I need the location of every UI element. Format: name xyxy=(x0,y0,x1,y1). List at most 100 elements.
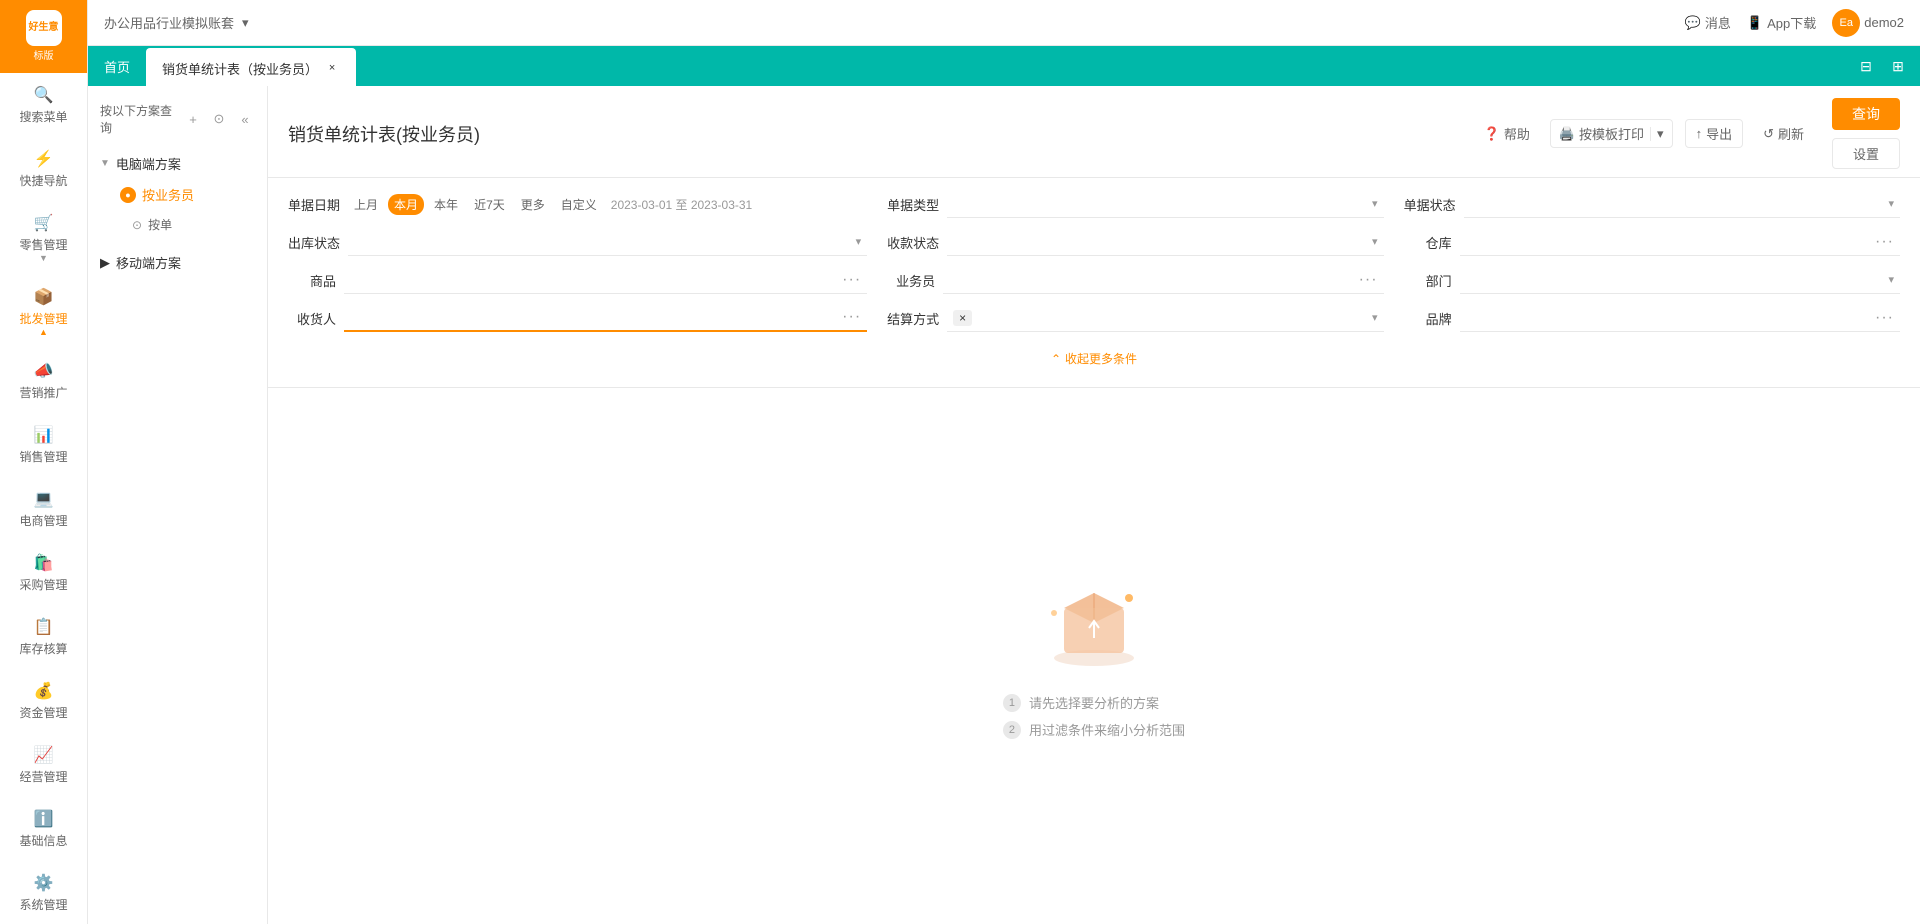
tab-sales-stat[interactable]: 销货单统计表（按业务员） × xyxy=(146,48,356,88)
sidebar-item-finance[interactable]: 💰 资金管理 xyxy=(0,669,87,733)
ecommerce-icon: 💻 xyxy=(34,489,54,509)
empty-hint-2: 2 用过滤条件来缩小分析范围 xyxy=(1003,720,1185,739)
payment-dropdown-icon: ▾ xyxy=(1372,311,1378,324)
date-tab-this-year[interactable]: 本年 xyxy=(428,194,464,215)
filter-brand: 品牌 ··· xyxy=(1404,304,1900,332)
operations-icon: 📈 xyxy=(34,745,54,765)
receipt-status-dropdown-icon: ▾ xyxy=(1372,235,1378,248)
scheme-salesperson-label: 按业务员 xyxy=(142,185,194,204)
sidebar-item-inventory[interactable]: 📋 库存核算 xyxy=(0,605,87,669)
marketing-icon: 📣 xyxy=(34,361,54,381)
desktop-scheme-header[interactable]: ▼ 电脑端方案 xyxy=(88,148,267,179)
refresh-scheme-btn[interactable]: ⊙ xyxy=(209,109,229,129)
inventory-icon: 📋 xyxy=(34,617,54,637)
salesperson-more-icon: ··· xyxy=(1359,271,1378,289)
wholesale-icon: 📦 xyxy=(34,287,54,307)
out-status-label: 出库状态 xyxy=(288,233,348,252)
user-area[interactable]: Ea demo2 xyxy=(1832,9,1904,37)
date-tab-this-month[interactable]: 本月 xyxy=(388,194,424,215)
sidebar-label-operations: 经营管理 xyxy=(19,768,67,785)
filter-receipt-status: 收款状态 ▾ xyxy=(887,228,1383,256)
tab-close-icon[interactable]: × xyxy=(324,60,340,76)
hint-text-2: 用过滤条件来缩小分析范围 xyxy=(1029,720,1185,739)
desktop-scheme-group: ▼ 电脑端方案 ● 按业务员 ⊙ 按单 xyxy=(88,144,267,243)
mobile-scheme-header[interactable]: ▶ 移动端方案 xyxy=(88,247,267,278)
print-divider xyxy=(1650,127,1651,141)
app-download-btn[interactable]: 📱 App下载 xyxy=(1747,13,1816,32)
tab-sales-stat-label: 销货单统计表（按业务员） xyxy=(162,59,318,78)
help-btn[interactable]: ❓ 帮助 xyxy=(1476,120,1538,147)
empty-hint-1: 1 请先选择要分析的方案 xyxy=(1003,693,1185,712)
payment-tag-x-btn[interactable]: × xyxy=(959,311,966,325)
warehouse-label: 仓库 xyxy=(1404,233,1460,252)
page-actions: ❓ 帮助 🖨️ 按模板打印 ▾ ↑ 导出 ↺ 刷 xyxy=(1476,98,1900,169)
collapse-panel-btn[interactable]: « xyxy=(235,109,255,129)
sidebar-item-ecommerce[interactable]: 💻 电商管理 xyxy=(0,477,87,541)
warehouse-more-icon: ··· xyxy=(1875,233,1894,251)
sidebar-item-wholesale[interactable]: 📦 批发管理 ▲ xyxy=(0,275,87,349)
refresh-btn[interactable]: ↺ 刷新 xyxy=(1755,120,1812,147)
doc-type-dropdown-icon: ▾ xyxy=(1372,197,1378,210)
receipt-status-control[interactable]: ▾ xyxy=(947,228,1383,256)
sidebar-item-basics[interactable]: ℹ️ 基础信息 xyxy=(0,797,87,861)
collapse-btn[interactable]: ⌃ 收起更多条件 xyxy=(288,342,1900,375)
print-label: 按模板打印 xyxy=(1579,124,1644,143)
doc-type-control[interactable]: ▾ xyxy=(947,190,1383,218)
out-status-control[interactable]: ▾ xyxy=(348,228,867,256)
logo-icon: 好生意 xyxy=(26,10,62,46)
sidebar-item-quicknav[interactable]: ⚡ 快捷导航 xyxy=(0,137,87,201)
basics-icon: ℹ️ xyxy=(34,809,54,829)
export-btn[interactable]: ↑ 导出 xyxy=(1685,119,1744,148)
sidebar-item-search[interactable]: 🔍 搜索菜单 xyxy=(0,73,87,137)
warehouse-control[interactable]: ··· xyxy=(1460,228,1900,256)
out-status-dropdown-icon: ▾ xyxy=(856,235,862,248)
message-btn[interactable]: 💬 消息 xyxy=(1685,13,1731,32)
add-scheme-btn[interactable]: + xyxy=(183,109,203,129)
sidebar-item-purchase[interactable]: 🛍️ 采购管理 xyxy=(0,541,87,605)
filter-doc-status: 单据状态 ▾ xyxy=(1404,190,1900,218)
topbar-dropdown-icon[interactable]: ▾ xyxy=(242,15,249,31)
mobile-scheme-arrow-icon: ▶ xyxy=(100,255,110,271)
scheme-sub-by-order[interactable]: ⊙ 按单 xyxy=(88,210,267,239)
tab-maximize-btn[interactable]: ⊞ xyxy=(1884,52,1912,80)
date-tab-custom[interactable]: 自定义 xyxy=(555,194,603,215)
payment-control[interactable]: × ▾ xyxy=(947,304,1383,332)
goods-control[interactable]: ··· xyxy=(344,266,867,294)
print-btn[interactable]: 🖨️ 按模板打印 ▾ xyxy=(1550,119,1673,148)
doc-status-dropdown-icon: ▾ xyxy=(1888,197,1894,210)
print-icon: 🖨️ xyxy=(1559,126,1575,142)
receiver-control[interactable]: ··· xyxy=(344,304,867,332)
doc-status-control[interactable]: ▾ xyxy=(1464,190,1900,218)
sidebar-item-operations[interactable]: 📈 经营管理 xyxy=(0,733,87,797)
settings-button[interactable]: 设置 xyxy=(1832,138,1900,169)
print-dropdown-icon[interactable]: ▾ xyxy=(1657,126,1664,142)
empty-illustration xyxy=(1034,573,1154,673)
tab-minimize-btn[interactable]: ⊟ xyxy=(1852,52,1880,80)
query-button[interactable]: 查询 xyxy=(1832,98,1900,130)
salesperson-control[interactable]: ··· xyxy=(943,266,1383,294)
goods-label: 商品 xyxy=(288,271,344,290)
date-tab-7days[interactable]: 近7天 xyxy=(468,194,511,215)
sidebar-item-marketing[interactable]: 📣 营销推广 xyxy=(0,349,87,413)
sidebar-label-wholesale: 批发管理 xyxy=(19,310,67,327)
department-control[interactable]: ▾ xyxy=(1460,266,1900,294)
sidebar-item-system[interactable]: ⚙️ 系统管理 xyxy=(0,861,87,924)
scheme-item-by-salesperson[interactable]: ● 按业务员 xyxy=(88,179,267,210)
logo-area[interactable]: 好生意 标版 xyxy=(0,0,87,73)
sidebar-item-retail[interactable]: 🛒 零售管理 ▼ xyxy=(0,201,87,275)
brand-control[interactable]: ··· xyxy=(1460,304,1900,332)
sidebar-item-sales[interactable]: 📊 销售管理 xyxy=(0,413,87,477)
search-icon: 🔍 xyxy=(34,85,54,105)
doc-status-label: 单据状态 xyxy=(1404,195,1464,214)
filter-payment: 结算方式 × ▾ xyxy=(887,304,1383,332)
hint-num-2: 2 xyxy=(1003,721,1021,739)
app-download-label: App下载 xyxy=(1767,13,1816,32)
filter-row-2: 出库状态 ▾ 收款状态 ▾ 仓库 xyxy=(288,228,1900,256)
refresh-icon: ↺ xyxy=(1763,126,1774,142)
main-area: 办公用品行业模拟账套 ▾ 💬 消息 📱 App下载 Ea demo2 首页 xyxy=(88,0,1920,924)
tab-home[interactable]: 首页 xyxy=(88,46,146,86)
collapse-label: 收起更多条件 xyxy=(1065,350,1137,367)
date-tab-more[interactable]: 更多 xyxy=(515,194,551,215)
user-name: demo2 xyxy=(1864,15,1904,30)
date-tab-last-month[interactable]: 上月 xyxy=(348,194,384,215)
